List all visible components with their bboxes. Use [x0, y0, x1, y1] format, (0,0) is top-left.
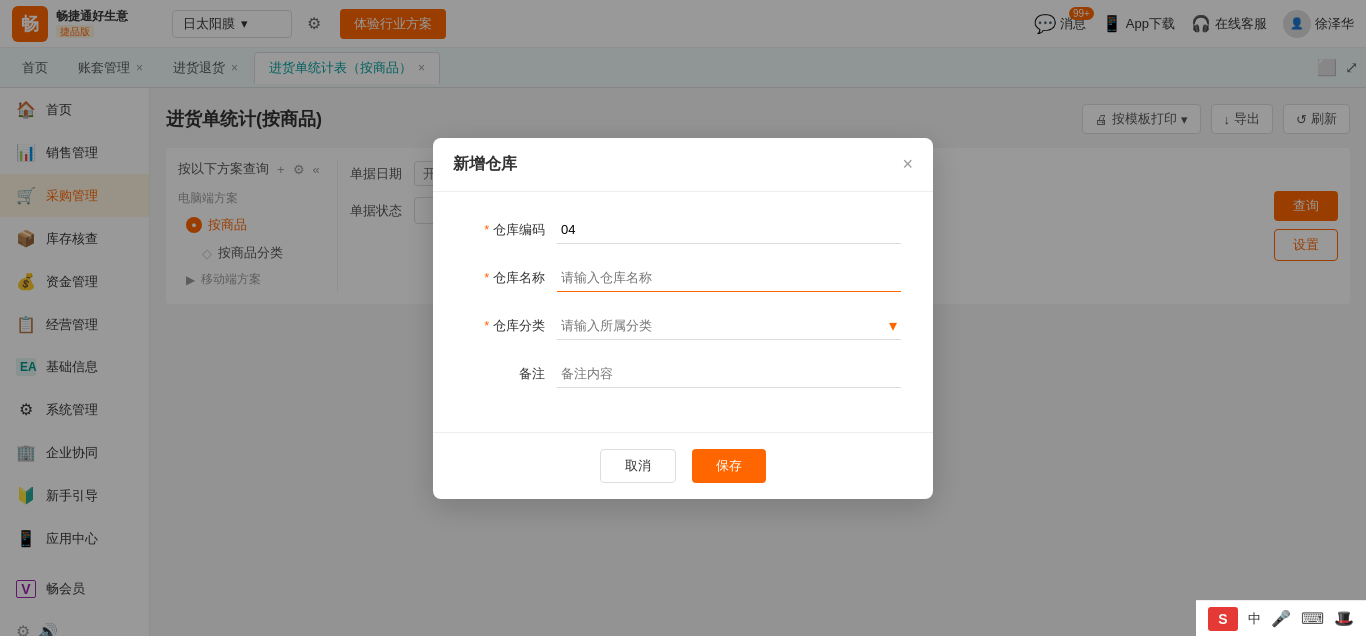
dialog-body: 仓库编码 仓库名称 仓库分类 ▾ 备注: [433, 192, 933, 432]
warehouse-category-input[interactable]: [561, 318, 889, 333]
dialog-footer: 取消 保存: [433, 432, 933, 499]
code-label: 仓库编码: [465, 221, 545, 239]
dialog-title: 新增仓库: [453, 154, 517, 175]
form-row-name: 仓库名称: [465, 264, 901, 292]
s-logo: S: [1208, 607, 1238, 631]
category-select-wrapper: ▾: [557, 312, 901, 340]
dialog-close-button[interactable]: ×: [902, 154, 913, 175]
warehouse-remark-input[interactable]: [557, 360, 901, 388]
remark-label: 备注: [465, 365, 545, 383]
category-label: 仓库分类: [465, 317, 545, 335]
dialog-header: 新增仓库 ×: [433, 138, 933, 192]
mic-button[interactable]: 🎤: [1271, 609, 1291, 628]
tools-button[interactable]: 🎩: [1334, 609, 1354, 628]
category-dropdown-icon[interactable]: ▾: [889, 316, 897, 335]
warehouse-name-input[interactable]: [557, 264, 901, 292]
save-button[interactable]: 保存: [692, 449, 766, 483]
form-row-category: 仓库分类 ▾: [465, 312, 901, 340]
modal-overlay[interactable]: 新增仓库 × 仓库编码 仓库名称 仓库分类 ▾: [0, 0, 1366, 636]
name-label: 仓库名称: [465, 269, 545, 287]
bottom-status-bar: S 中 🎤 ⌨ 🎩: [1196, 600, 1366, 636]
chinese-input-label: 中: [1248, 610, 1261, 628]
warehouse-code-input[interactable]: [557, 216, 901, 244]
cancel-button[interactable]: 取消: [600, 449, 676, 483]
form-row-remark: 备注: [465, 360, 901, 388]
add-warehouse-dialog: 新增仓库 × 仓库编码 仓库名称 仓库分类 ▾: [433, 138, 933, 499]
keyboard-button[interactable]: ⌨: [1301, 609, 1324, 628]
form-row-code: 仓库编码: [465, 216, 901, 244]
